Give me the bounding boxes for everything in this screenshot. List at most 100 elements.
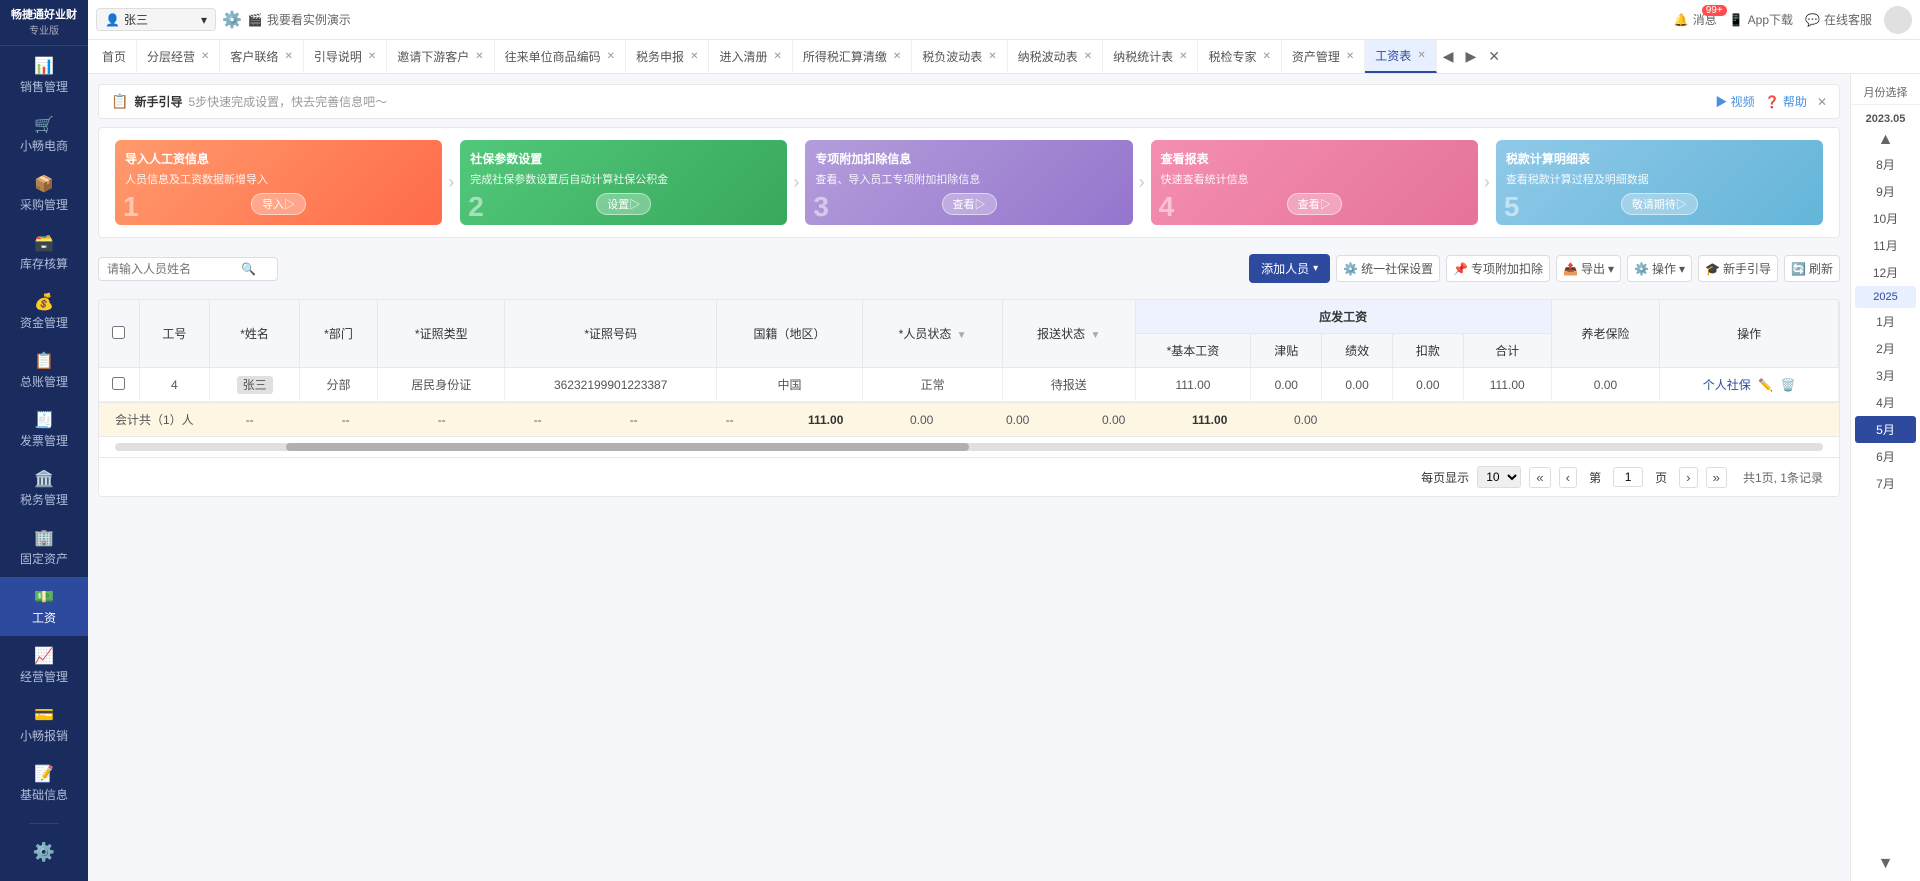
step-5-btn[interactable]: 敬请期待▷ — [1621, 193, 1698, 215]
next-page-btn[interactable]: › — [1679, 467, 1697, 488]
status-filter-icon[interactable]: ▼ — [957, 330, 967, 341]
step-2-btn[interactable]: 设置▷ — [596, 193, 651, 215]
month-6[interactable]: 6月 — [1851, 443, 1920, 470]
close-tab-guide[interactable]: ✕ — [368, 51, 376, 62]
top-settings-button[interactable]: ⚙️ — [222, 10, 242, 30]
guide-close-btn[interactable]: ✕ — [1817, 95, 1827, 109]
row-select-checkbox[interactable] — [112, 377, 125, 390]
tab-tax-wave[interactable]: 纳税波动表✕ — [1008, 40, 1103, 73]
sidebar-item-ecommerce[interactable]: 🛒 小畅电商 — [0, 105, 88, 164]
month-11[interactable]: 11月 — [1851, 232, 1920, 259]
personal-social-btn[interactable]: 个人社保 — [1703, 378, 1751, 392]
month-3[interactable]: 3月 — [1851, 362, 1920, 389]
online-service-button[interactable]: 💬 在线客服 — [1805, 11, 1872, 28]
close-tab-tax-expert[interactable]: ✕ — [1263, 51, 1271, 62]
sidebar-item-ledger[interactable]: 📋 总账管理 — [0, 341, 88, 400]
step-3-btn[interactable]: 查看▷ — [942, 193, 997, 215]
sidebar-item-assets[interactable]: 🏢 固定资产 — [0, 518, 88, 577]
guide-help-btn[interactable]: ❓ 帮助 — [1765, 93, 1807, 110]
last-page-btn[interactable]: » — [1706, 467, 1727, 488]
scroll-bar[interactable] — [115, 443, 1823, 451]
tab-layered[interactable]: 分层经营✕ — [137, 40, 220, 73]
step-4-btn[interactable]: 查看▷ — [1287, 193, 1342, 215]
sidebar-item-invoice[interactable]: 🧾 发票管理 — [0, 400, 88, 459]
close-tab-layered[interactable]: ✕ — [201, 51, 209, 62]
month-9[interactable]: 9月 — [1851, 178, 1920, 205]
close-tab-salary-table[interactable]: ✕ — [1417, 50, 1425, 61]
close-tab-clearance[interactable]: ✕ — [773, 51, 781, 62]
select-all-checkbox[interactable] — [112, 326, 125, 339]
tab-nav-prev[interactable]: ◀ — [1437, 48, 1460, 65]
operation-btn[interactable]: ⚙️ 操作 ▾ — [1627, 255, 1692, 282]
sidebar-item-salary[interactable]: 💵 工资 — [0, 577, 88, 636]
tab-nav-next[interactable]: ▶ — [1459, 48, 1482, 65]
month-7[interactable]: 7月 — [1851, 470, 1920, 497]
refresh-btn[interactable]: 🔄 刷新 — [1784, 255, 1840, 282]
sidebar-item-system[interactable]: ⚙️ 系统管理 — [0, 813, 88, 823]
month-12[interactable]: 12月 — [1851, 259, 1920, 286]
guide-video-btn[interactable]: ▶ 视频 — [1715, 93, 1754, 110]
sidebar-item-operations[interactable]: 📈 经营管理 — [0, 636, 88, 695]
newbie-guide-btn[interactable]: 🎓 新手引导 — [1698, 255, 1778, 282]
close-tab-tax-stats[interactable]: ✕ — [1179, 51, 1187, 62]
report-filter-icon[interactable]: ▼ — [1091, 330, 1101, 341]
app-download-button[interactable]: 📱 App下载 — [1729, 11, 1793, 28]
export-btn[interactable]: 📤 导出 ▾ — [1556, 255, 1621, 282]
month-5[interactable]: 5月 — [1855, 416, 1916, 443]
tab-invite[interactable]: 邀请下游客户✕ — [387, 40, 494, 73]
tab-asset-mgmt[interactable]: 资产管理✕ — [1282, 40, 1365, 73]
close-tab-product-code[interactable]: ✕ — [607, 51, 615, 62]
tab-close-all[interactable]: ✕ — [1482, 48, 1506, 65]
add-person-button[interactable]: 添加人员 ▾ — [1249, 254, 1330, 283]
tab-tax-report[interactable]: 税务申报✕ — [626, 40, 709, 73]
month-8[interactable]: 8月 — [1851, 151, 1920, 178]
tab-tax-stats[interactable]: 纳税统计表✕ — [1103, 40, 1198, 73]
sidebar-item-sales[interactable]: 📊 销售管理 — [0, 46, 88, 105]
page-size-select[interactable]: 10 20 50 — [1477, 466, 1521, 488]
step-1-btn[interactable]: 导入▷ — [251, 193, 306, 215]
user-avatar[interactable] — [1884, 6, 1912, 34]
sidebar-item-tax[interactable]: 🏛️ 税务管理 — [0, 459, 88, 518]
month-1[interactable]: 1月 — [1851, 308, 1920, 335]
month-10[interactable]: 10月 — [1851, 205, 1920, 232]
tab-guide[interactable]: 引导说明✕ — [304, 40, 387, 73]
month-down-btn[interactable]: ▼ — [1878, 853, 1894, 875]
close-tab-tax-report[interactable]: ✕ — [690, 51, 698, 62]
tab-salary-table[interactable]: 工资表✕ — [1365, 40, 1436, 73]
unified-social-btn[interactable]: ⚙️ 统一社保设置 — [1336, 255, 1440, 282]
tab-customer[interactable]: 客户联络✕ — [220, 40, 303, 73]
first-page-btn[interactable]: « — [1529, 467, 1550, 488]
month-2[interactable]: 2月 — [1851, 335, 1920, 362]
sidebar-item-finance[interactable]: 💰 资金管理 — [0, 282, 88, 341]
scroll-thumb[interactable] — [286, 443, 969, 451]
close-tab-invite[interactable]: ✕ — [475, 51, 483, 62]
search-input[interactable] — [107, 262, 237, 276]
step-2-num: 2 — [468, 193, 484, 221]
close-tab-asset-mgmt[interactable]: ✕ — [1346, 51, 1354, 62]
sidebar-item-basics[interactable]: 📝 基础信息 — [0, 754, 88, 813]
tab-tax-expert[interactable]: 税检专家✕ — [1198, 40, 1281, 73]
sidebar-item-inventory[interactable]: 🗃️ 库存核算 — [0, 223, 88, 282]
sidebar-item-purchase[interactable]: 📦 采购管理 — [0, 164, 88, 223]
current-page-input[interactable] — [1613, 467, 1643, 487]
month-up-btn[interactable]: ▲ — [1878, 129, 1894, 151]
close-tab-tax-wave[interactable]: ✕ — [1084, 51, 1092, 62]
edit-icon[interactable]: ✏️ — [1758, 378, 1773, 392]
tab-tax-burden[interactable]: 税负波动表✕ — [912, 40, 1007, 73]
settings-button[interactable]: ⚙️ — [29, 834, 59, 871]
close-tab-income-tax[interactable]: ✕ — [893, 51, 901, 62]
month-4[interactable]: 4月 — [1851, 389, 1920, 416]
sidebar-item-reimbursement[interactable]: 💳 小畅报销 — [0, 695, 88, 754]
tab-clearance[interactable]: 进入清册✕ — [709, 40, 792, 73]
message-button[interactable]: 🔔 消息 99+ — [1674, 11, 1717, 28]
prev-page-btn[interactable]: ‹ — [1559, 467, 1577, 488]
delete-icon[interactable]: 🗑️ — [1780, 378, 1795, 392]
close-tab-tax-burden[interactable]: ✕ — [988, 51, 996, 62]
demo-link[interactable]: 🎬 我要看实例演示 — [248, 11, 351, 28]
tab-product-code[interactable]: 往来单位商品编码✕ — [495, 40, 626, 73]
tab-home[interactable]: 首页 — [92, 40, 137, 73]
user-selector[interactable]: 👤 张三 ▾ — [96, 8, 216, 31]
tab-income-tax[interactable]: 所得税汇算清缴✕ — [793, 40, 912, 73]
close-tab-customer[interactable]: ✕ — [284, 51, 292, 62]
special-deduct-btn[interactable]: 📌 专项附加扣除 — [1446, 255, 1550, 282]
